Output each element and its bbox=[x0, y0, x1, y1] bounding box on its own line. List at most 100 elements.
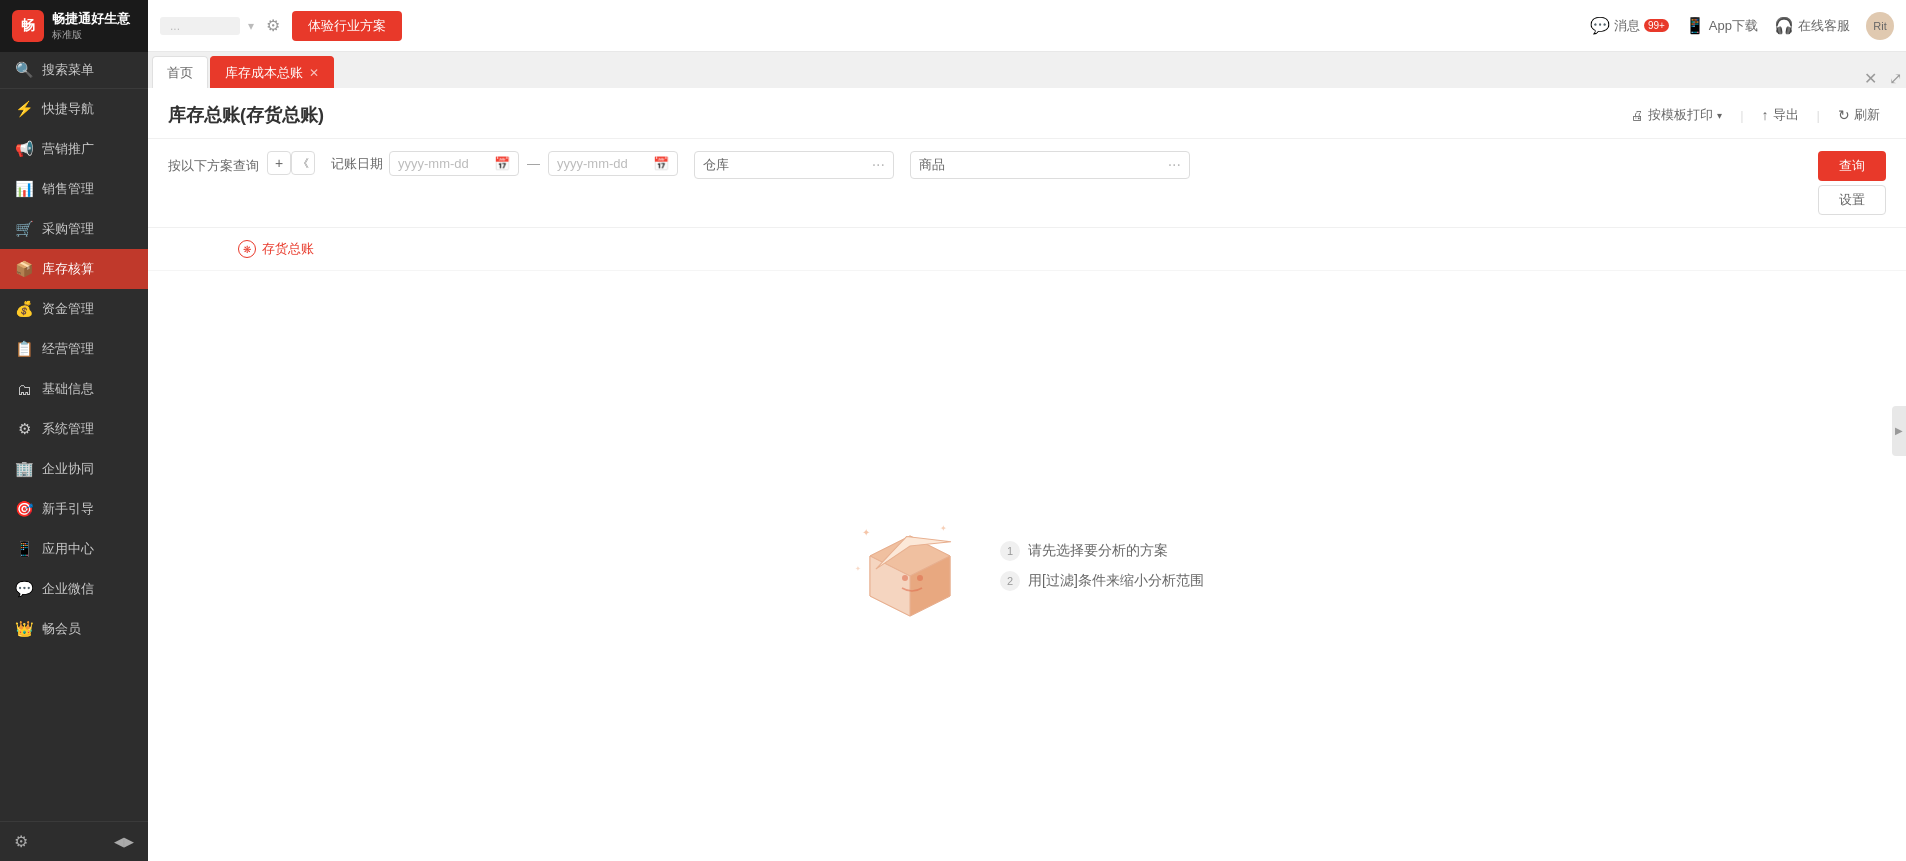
sidebar-item-label: 经营管理 bbox=[42, 340, 94, 358]
message-action[interactable]: 💬 消息 99+ bbox=[1590, 16, 1669, 35]
search-icon: 🔍 bbox=[14, 60, 34, 80]
topbar: ... ▾ ⚙ 体验行业方案 💬 消息 99+ 📱 App下载 🎧 在线客服 bbox=[148, 0, 1906, 52]
message-label: 消息 bbox=[1614, 17, 1640, 35]
svg-text:✦: ✦ bbox=[940, 524, 947, 533]
tab-close-icon[interactable]: ✕ bbox=[309, 66, 319, 80]
sidebar-nav: 🔍 搜索菜单 ⚡ 快捷导航 📢 营销推广 📊 销售管理 🛒 采购管理 📦 库存核… bbox=[0, 52, 148, 821]
sidebar-item-quick-nav[interactable]: ⚡ 快捷导航 bbox=[0, 89, 148, 129]
topbar-left: ... ▾ ⚙ 体验行业方案 bbox=[160, 11, 1590, 41]
sidebar-item-label: 新手引导 bbox=[42, 500, 94, 518]
refresh-button[interactable]: ↻ 刷新 bbox=[1832, 102, 1886, 128]
sidebar-item-wechat[interactable]: 💬 企业微信 bbox=[0, 569, 148, 609]
logo-icon: 畅 bbox=[12, 10, 44, 42]
refresh-icon: ↻ bbox=[1838, 107, 1850, 123]
export-button[interactable]: ↑ 导出 bbox=[1756, 102, 1805, 128]
sidebar-item-inventory[interactable]: 📦 库存核算 bbox=[0, 249, 148, 289]
basic-info-icon: 🗂 bbox=[14, 379, 34, 399]
filter-collapse-button[interactable]: 《 bbox=[291, 151, 315, 175]
sidebar-item-purchase[interactable]: 🛒 采购管理 bbox=[0, 209, 148, 249]
calendar-start-icon[interactable]: 📅 bbox=[494, 156, 510, 171]
scheme-label: 存货总账 bbox=[262, 240, 314, 258]
calendar-end-icon[interactable]: 📅 bbox=[653, 156, 669, 171]
search-button[interactable]: 查询 bbox=[1818, 151, 1886, 181]
step1-num: 1 bbox=[1007, 545, 1013, 557]
warehouse-more-icon[interactable]: ··· bbox=[872, 156, 885, 174]
sidebar-item-operations[interactable]: 📋 经营管理 bbox=[0, 329, 148, 369]
headset-icon: 🎧 bbox=[1774, 16, 1794, 35]
footer-settings-icon[interactable]: ⚙ bbox=[14, 832, 28, 851]
date-separator: — bbox=[527, 156, 540, 171]
filter-add-button[interactable]: + bbox=[267, 151, 291, 175]
date-start-input[interactable]: yyyy-mm-dd 📅 bbox=[389, 151, 519, 176]
tab-home[interactable]: 首页 bbox=[152, 56, 208, 88]
purchase-icon: 🛒 bbox=[14, 219, 34, 239]
sidebar-item-system[interactable]: ⚙ 系统管理 bbox=[0, 409, 148, 449]
sidebar-item-sales[interactable]: 📊 销售管理 bbox=[0, 169, 148, 209]
goods-filter[interactable]: 商品 ··· bbox=[910, 151, 1190, 179]
app-download-action[interactable]: 📱 App下载 bbox=[1685, 16, 1758, 35]
empty-state: ✦ ✦ ✦ 1 请先选择要分析的方案 2 用[过滤]条件来缩小分析范围 bbox=[148, 271, 1906, 861]
breadcrumb-text: ... bbox=[160, 17, 240, 35]
export-icon: ↑ bbox=[1762, 107, 1769, 123]
brand-name: 畅捷通好生意 bbox=[52, 10, 130, 28]
sidebar-item-marketing[interactable]: 📢 营销推广 bbox=[0, 129, 148, 169]
empty-step2: 2 用[过滤]条件来缩小分析范围 bbox=[1000, 571, 1204, 591]
sidebar: 畅 畅捷通好生意 标准版 🔍 搜索菜单 ⚡ 快捷导航 📢 营销推广 📊 销售管理… bbox=[0, 0, 148, 861]
empty-text: 1 请先选择要分析的方案 2 用[过滤]条件来缩小分析范围 bbox=[1000, 541, 1204, 591]
tab-home-label: 首页 bbox=[167, 64, 193, 82]
breadcrumb-chevron-icon[interactable]: ▾ bbox=[248, 19, 254, 33]
message-badge: 99+ bbox=[1644, 19, 1669, 32]
page-title: 库存总账(存货总账) bbox=[168, 103, 324, 127]
sidebar-item-enterprise[interactable]: 🏢 企业协同 bbox=[0, 449, 148, 489]
right-panel-toggle[interactable]: ▶ bbox=[1892, 406, 1906, 456]
sidebar-item-label: 采购管理 bbox=[42, 220, 94, 238]
sidebar-footer: ⚙ ◀▶ bbox=[0, 821, 148, 861]
online-service-action[interactable]: 🎧 在线客服 bbox=[1774, 16, 1850, 35]
sidebar-item-finance[interactable]: 💰 资金管理 bbox=[0, 289, 148, 329]
sidebar-item-guide[interactable]: 🎯 新手引导 bbox=[0, 489, 148, 529]
search-menu-label: 搜索菜单 bbox=[42, 61, 94, 79]
logo-text: 畅捷通好生意 标准版 bbox=[52, 10, 130, 42]
svg-text:✦: ✦ bbox=[855, 565, 861, 572]
svg-point-6 bbox=[917, 575, 923, 581]
sidebar-item-basic-info[interactable]: 🗂 基础信息 bbox=[0, 369, 148, 409]
guide-icon: 🎯 bbox=[14, 499, 34, 519]
warehouse-filter[interactable]: 仓库 ··· bbox=[694, 151, 894, 179]
user-avatar-action[interactable]: Rit bbox=[1866, 12, 1894, 40]
settings-button[interactable]: 设置 bbox=[1818, 185, 1886, 215]
app-center-icon: 📱 bbox=[14, 539, 34, 559]
goods-more-icon[interactable]: ··· bbox=[1168, 156, 1181, 174]
footer-collapse-icon[interactable]: ◀▶ bbox=[114, 834, 134, 849]
sidebar-logo: 畅 畅捷通好生意 标准版 bbox=[0, 0, 148, 52]
enterprise-icon: 🏢 bbox=[14, 459, 34, 479]
print-button[interactable]: 🖨 按模板打印 ▾ bbox=[1625, 102, 1728, 128]
sidebar-item-member[interactable]: 👑 畅会员 bbox=[0, 609, 148, 649]
right-panel-icon: ▶ bbox=[1894, 425, 1905, 436]
page-content: 库存总账(存货总账) 🖨 按模板打印 ▾ | ↑ 导出 | ↻ 刷新 bbox=[148, 88, 1906, 861]
sidebar-item-label: 系统管理 bbox=[42, 420, 94, 438]
scheme-item[interactable]: ❋ 存货总账 bbox=[228, 236, 324, 262]
quick-nav-icon: ⚡ bbox=[14, 99, 34, 119]
date-end-input[interactable]: yyyy-mm-dd 📅 bbox=[548, 151, 678, 176]
print-label: 按模板打印 bbox=[1648, 106, 1713, 124]
sidebar-item-label: 销售管理 bbox=[42, 180, 94, 198]
print-icon: 🖨 bbox=[1631, 108, 1644, 123]
online-service-label: 在线客服 bbox=[1798, 17, 1850, 35]
app-download-label: App下载 bbox=[1709, 17, 1758, 35]
tab-inventory-ledger[interactable]: 库存成本总账 ✕ bbox=[210, 56, 334, 88]
step2-text: 用[过滤]条件来缩小分析范围 bbox=[1028, 572, 1204, 590]
industry-solution-button[interactable]: 体验行业方案 bbox=[292, 11, 402, 41]
search-menu-item[interactable]: 🔍 搜索菜单 bbox=[0, 52, 148, 89]
warehouse-filter-group: 仓库 ··· bbox=[694, 151, 894, 179]
filter-buttons: 查询 设置 bbox=[1818, 151, 1886, 215]
empty-step1: 1 请先选择要分析的方案 bbox=[1000, 541, 1204, 561]
topbar-gear-icon[interactable]: ⚙ bbox=[262, 12, 284, 39]
avatar: Rit bbox=[1866, 12, 1894, 40]
panel-close-icon[interactable]: ✕ bbox=[1856, 69, 1885, 88]
sidebar-item-app-center[interactable]: 📱 应用中心 bbox=[0, 529, 148, 569]
panel-expand-icon[interactable]: ⤢ bbox=[1885, 69, 1906, 88]
goods-label: 商品 bbox=[919, 156, 945, 174]
box-svg: ✦ ✦ ✦ bbox=[850, 506, 970, 626]
sidebar-item-label: 资金管理 bbox=[42, 300, 94, 318]
goods-filter-group: 商品 ··· bbox=[910, 151, 1190, 179]
